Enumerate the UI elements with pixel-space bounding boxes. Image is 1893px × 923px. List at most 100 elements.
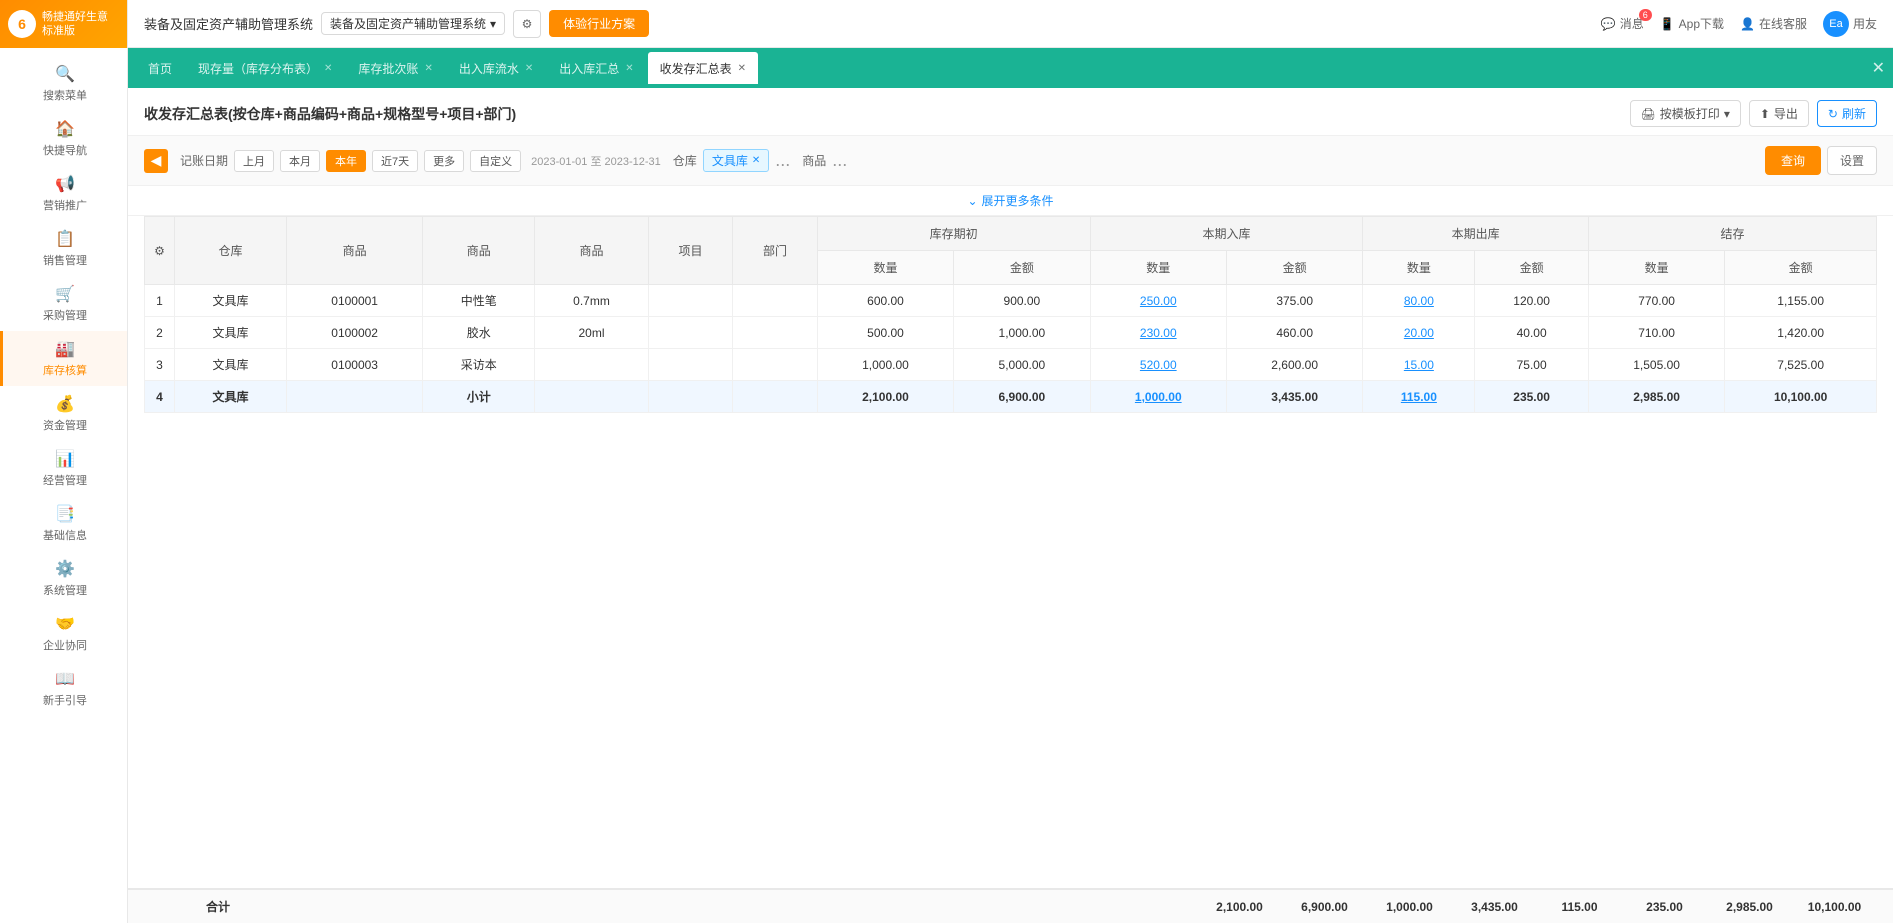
row-out-amt: 40.00 <box>1475 317 1589 349</box>
filter-toggle-button[interactable]: ◀ <box>144 149 168 173</box>
in-qty-link[interactable]: 230.00 <box>1140 326 1177 340</box>
subtotal-open-qty: 2,100.00 <box>817 381 953 413</box>
sidebar-item-basic[interactable]: 📑 基础信息 <box>0 496 127 551</box>
row-open-qty: 1,000.00 <box>817 349 953 381</box>
app-download-button[interactable]: 📱 App下载 <box>1660 15 1724 32</box>
tab-in-out-summary[interactable]: 出入库汇总 ✕ <box>547 52 645 84</box>
sidebar-item-label: 销售管理 <box>43 252 87 268</box>
product-more-button[interactable]: ... <box>832 150 847 171</box>
row-close-qty: 710.00 <box>1588 317 1724 349</box>
in-qty-link[interactable]: 250.00 <box>1140 294 1177 308</box>
subtotal-no: 4 <box>145 381 175 413</box>
tab-close-icon[interactable]: ✕ <box>424 63 432 74</box>
user-menu[interactable]: Ea 用友 <box>1823 11 1877 37</box>
row-dept <box>733 349 818 381</box>
gear-icon: ⚙ <box>522 17 533 31</box>
date-range-display: 2023-01-01 至 2023-12-31 <box>531 153 661 169</box>
refresh-button[interactable]: ↻ 刷新 <box>1817 100 1877 127</box>
sidebar-item-inventory[interactable]: 🏭 库存核算 <box>0 331 127 386</box>
date-custom-btn[interactable]: 自定义 <box>470 150 521 172</box>
row-code: 0100002 <box>286 317 422 349</box>
sidebar-item-sales[interactable]: 📋 销售管理 <box>0 221 127 276</box>
table-footer: 合计 2,100.00 6,900.00 1,000.00 3,435.00 1… <box>128 888 1893 923</box>
message-badge: 6 <box>1639 9 1652 21</box>
row-out-amt: 75.00 <box>1475 349 1589 381</box>
tab-label: 现存量（库存分布表） <box>198 60 318 77</box>
closing-col-header: 结存 <box>1588 217 1876 251</box>
tab-close-icon[interactable]: ✕ <box>625 63 633 74</box>
date-more-btn[interactable]: 更多 <box>424 150 464 172</box>
tab-home[interactable]: 首页 <box>136 52 184 84</box>
tab-close-icon[interactable]: ✕ <box>324 63 332 74</box>
tab-recv-send-summary[interactable]: 收发存汇总表 ✕ <box>648 52 758 84</box>
tab-close-icon[interactable]: ✕ <box>525 63 533 74</box>
date-7day-btn[interactable]: 近7天 <box>372 150 418 172</box>
sidebar-item-label: 搜索菜单 <box>43 87 87 103</box>
tab-batch-ledger[interactable]: 库存批次账 ✕ <box>346 52 444 84</box>
date-filter-label: 记账日期 <box>180 152 228 169</box>
row-close-amt: 1,155.00 <box>1725 285 1877 317</box>
main-area: 装备及固定资产辅助管理系统 装备及固定资产辅助管理系统 ▾ ⚙ 体验行业方案 💬… <box>128 0 1893 923</box>
out-qty-link[interactable]: 15.00 <box>1404 358 1434 372</box>
row-out-amt: 120.00 <box>1475 285 1589 317</box>
warehouse-more-button[interactable]: ... <box>775 150 790 171</box>
date-filter-group: 记账日期 上月 本月 本年 近7天 更多 自定义 2023-01-01 至 20… <box>180 150 661 172</box>
date-prev-month-btn[interactable]: 上月 <box>234 150 274 172</box>
message-button[interactable]: 💬 消息 6 <box>1601 15 1644 32</box>
in-qty-link[interactable]: 520.00 <box>1140 358 1177 372</box>
warehouse-filter-group: 仓库 文具库 ✕ ... <box>673 149 790 172</box>
out-qty-link[interactable]: 80.00 <box>1404 294 1434 308</box>
data-table: ⚙ 仓库 商品 商品 商品 项目 部门 库存期初 本期入库 本期出库 结存 <box>144 216 1877 413</box>
export-button[interactable]: ⬆ 导出 <box>1749 100 1809 127</box>
service-icon: 👤 <box>1740 17 1755 31</box>
sidebar-item-business[interactable]: 📊 经营管理 <box>0 441 127 496</box>
sidebar-item-search[interactable]: 🔍 搜索菜单 <box>0 56 127 111</box>
trial-button[interactable]: 体验行业方案 <box>549 10 649 37</box>
system-dropdown[interactable]: 装备及固定资产辅助管理系统 ▾ <box>321 12 505 35</box>
filter-bar: ◀ 记账日期 上月 本月 本年 近7天 更多 自定义 2023-01-01 至 … <box>128 136 1893 186</box>
sidebar-item-collab[interactable]: 🤝 企业协同 <box>0 606 127 661</box>
query-button[interactable]: 查询 <box>1765 146 1821 175</box>
row-in-qty: 250.00 <box>1090 285 1226 317</box>
close-amt-header: 金额 <box>1725 251 1877 285</box>
expand-conditions-button[interactable]: ⌄ 展开更多条件 <box>967 192 1053 209</box>
sidebar-item-system[interactable]: ⚙️ 系统管理 <box>0 551 127 606</box>
subtotal-out-qty: 115.00 <box>1363 381 1475 413</box>
tab-inventory-dist[interactable]: 现存量（库存分布表） ✕ <box>186 52 344 84</box>
footer-close-amt: 10,100.00 <box>1792 900 1877 914</box>
sidebar-item-guide[interactable]: 📖 新手引导 <box>0 661 127 716</box>
col-settings-header[interactable]: ⚙ <box>145 217 175 285</box>
footer-numbers: 2,100.00 6,900.00 1,000.00 3,435.00 115.… <box>1197 900 1877 914</box>
subtotal-name: 小计 <box>423 381 535 413</box>
subtotal-out-qty-link[interactable]: 115.00 <box>1401 390 1437 404</box>
date-curr-month-btn[interactable]: 本月 <box>280 150 320 172</box>
set-button[interactable]: 设置 <box>1827 146 1877 175</box>
page-header: 收发存汇总表(按仓库+商品编码+商品+规格型号+项目+部门) 🖨 按模板打印 ▾… <box>128 88 1893 136</box>
subtotal-in-qty-link[interactable]: 1,000.00 <box>1135 390 1182 404</box>
row-open-qty: 600.00 <box>817 285 953 317</box>
row-in-amt: 375.00 <box>1226 285 1362 317</box>
warehouse-remove-button[interactable]: ✕ <box>752 155 760 166</box>
subtotal-spec <box>535 381 648 413</box>
out-qty-link[interactable]: 20.00 <box>1404 326 1434 340</box>
tab-in-out-flow[interactable]: 出入库流水 ✕ <box>447 52 545 84</box>
sidebar-item-quicknav[interactable]: 🏠 快捷导航 <box>0 111 127 166</box>
topbar: 装备及固定资产辅助管理系统 装备及固定资产辅助管理系统 ▾ ⚙ 体验行业方案 💬… <box>128 0 1893 48</box>
row-spec: 20ml <box>535 317 648 349</box>
print-button[interactable]: 🖨 按模板打印 ▾ <box>1630 100 1741 127</box>
close-all-tabs-button[interactable]: ✕ <box>1872 58 1885 78</box>
in-col-header: 本期入库 <box>1090 217 1363 251</box>
tab-label: 库存批次账 <box>358 60 418 77</box>
tab-close-icon[interactable]: ✕ <box>738 63 746 74</box>
sidebar-item-marketing[interactable]: 📢 营销推广 <box>0 166 127 221</box>
sidebar-item-label: 系统管理 <box>43 582 87 598</box>
date-curr-year-btn[interactable]: 本年 <box>326 150 366 172</box>
online-service-button[interactable]: 👤 在线客服 <box>1740 15 1807 32</box>
settings-button[interactable]: ⚙ <box>513 10 541 38</box>
sidebar-item-finance[interactable]: 💰 资金管理 <box>0 386 127 441</box>
sidebar-item-purchase[interactable]: 🛒 采购管理 <box>0 276 127 331</box>
table-row: 1 文具库 0100001 中性笔 0.7mm 600.00 900.00 25… <box>145 285 1877 317</box>
product-filter-label: 商品 <box>802 152 826 169</box>
toggle-icon: ◀ <box>151 152 162 169</box>
row-code: 0100001 <box>286 285 422 317</box>
